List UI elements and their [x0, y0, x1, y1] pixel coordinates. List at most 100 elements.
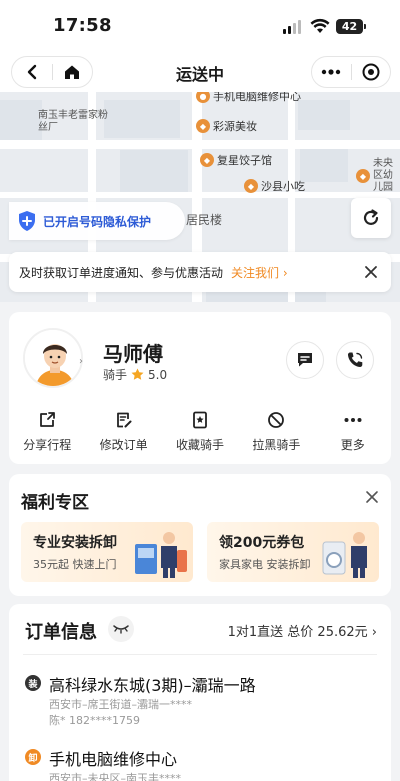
divider	[23, 654, 377, 655]
toggle-visibility-button[interactable]	[108, 616, 134, 642]
battery-indicator: 42	[336, 19, 366, 34]
home-button[interactable]	[52, 57, 92, 87]
poi-label: 彩源美妆	[213, 120, 257, 133]
close-miniapp-button[interactable]	[351, 57, 390, 87]
install-service-card[interactable]: 专业安装拆卸 35元起 快速上门	[21, 522, 193, 582]
order-summary-text: 1对1直送 总价 25.62元	[227, 625, 368, 640]
map-poi[interactable]: ◆ 彩源美妆	[196, 118, 257, 134]
map-poi[interactable]: ◆ 复星饺子馆	[200, 152, 272, 168]
back-button[interactable]	[12, 57, 52, 87]
notice-text: 及时获取订单进度通知、参与优惠活动	[19, 265, 224, 280]
message-icon	[298, 353, 312, 367]
map-poi[interactable]: 南玉丰老雷家粉丝厂	[38, 110, 110, 134]
order-title: 订单信息	[25, 622, 97, 643]
poi-label: 居民楼	[186, 213, 223, 227]
pickup-title: 高科绿水东城(3期)–灞瑞一路	[49, 676, 256, 695]
rider-name: 马师傅	[103, 342, 163, 366]
follow-notice-bar: 及时获取订单进度通知、参与优惠活动 关注我们 ›	[9, 252, 391, 292]
action-label: 分享行程	[23, 438, 72, 452]
appliance-illustration-icon	[322, 532, 367, 578]
follow-us-label: 关注我们	[231, 265, 280, 280]
action-label: 收藏骑手	[175, 438, 224, 452]
dropoff-address[interactable]: 卸 手机电脑维修中心 西安市–未央区–南玉丰****	[25, 746, 375, 781]
action-label: 修改订单	[99, 438, 148, 452]
rider-actions: 分享行程 修改订单 收藏骑手 拉黑骑手 更多	[9, 410, 391, 454]
dropoff-title: 手机电脑维修中心	[49, 750, 178, 769]
block-rider-button[interactable]: 拉黑骑手	[238, 410, 314, 454]
message-button[interactable]	[286, 341, 324, 379]
dropoff-address-line: 西安市–未央区–南玉丰****	[49, 772, 181, 781]
welfare-section: 福利专区 专业安装拆卸 35元起 快速上门 领200元券包 家具家电 安装拆卸	[9, 474, 391, 596]
edit-order-button[interactable]: 修改订单	[85, 410, 161, 454]
rider-card: › 马师傅 骑手 5.0 分享行程 修改订单 收藏骑手 拉黑骑手 更多	[9, 312, 391, 464]
dropoff-badge: 卸	[25, 749, 41, 765]
refresh-button[interactable]	[351, 198, 391, 238]
map-block	[104, 100, 180, 138]
privacy-text: 已开启号码隐私保护	[43, 214, 152, 229]
pickup-badge: 装	[25, 675, 41, 691]
installer-illustration-icon	[135, 532, 187, 578]
chevron-right-icon: ›	[371, 625, 377, 640]
coupon-pack-card[interactable]: 领200元券包 家具家电 安装拆卸	[207, 522, 379, 582]
rider-meta: 骑手 5.0	[103, 366, 167, 383]
star-icon	[131, 368, 144, 380]
bookmark-star-icon	[190, 410, 210, 430]
privacy-protection-pill[interactable]: 已开启号码隐私保护	[9, 202, 185, 240]
rider-avatar[interactable]	[23, 328, 83, 388]
nav-left-capsule	[11, 56, 93, 88]
more-actions-button[interactable]: 更多	[315, 410, 391, 454]
school-icon: ◆	[356, 169, 370, 183]
refresh-icon	[363, 209, 379, 225]
wifi-icon	[310, 18, 330, 33]
share-trip-button[interactable]: 分享行程	[9, 410, 85, 454]
more-menu-button[interactable]	[312, 57, 351, 87]
map-poi[interactable]: ◆ 未央区幼儿园	[356, 158, 400, 194]
chevron-left-icon	[27, 64, 36, 80]
map-block	[120, 150, 188, 194]
call-button[interactable]	[336, 341, 374, 379]
poi-label: 未央区幼儿园	[373, 158, 393, 193]
chevron-right-icon: ›	[282, 265, 288, 280]
map-poi[interactable]: ● 手机电脑维修中心	[196, 92, 301, 104]
order-info-section: 订单信息 1对1直送 总价 25.62元 › 装 高科绿水东城(3期)–灞瑞一路…	[9, 604, 391, 781]
food-icon: ◆	[244, 179, 258, 193]
map-block	[298, 100, 350, 130]
more-dots-icon	[343, 410, 363, 430]
pickup-contact: 陈* 182****1759	[49, 714, 140, 727]
card-subtitle: 35元起 快速上门	[33, 558, 117, 571]
action-label: 拉黑骑手	[252, 438, 301, 452]
close-icon[interactable]	[365, 490, 379, 504]
status-bar: 17:58 42	[0, 0, 400, 52]
shield-icon	[19, 211, 35, 231]
edit-document-icon	[114, 410, 134, 430]
favorite-rider-button[interactable]: 收藏骑手	[162, 410, 238, 454]
pickup-address[interactable]: 装 高科绿水东城(3期)–灞瑞一路 西安市–席王街道–灞瑞一**** 陈* 18…	[25, 672, 375, 732]
more-dots-icon	[322, 69, 341, 75]
card-subtitle: 家具家电 安装拆卸	[219, 558, 311, 571]
cellular-signal-icon	[283, 20, 303, 34]
map-poi[interactable]: ◆ 沙县小吃	[244, 178, 305, 194]
home-icon	[65, 65, 80, 79]
order-summary-link[interactable]: 1对1直送 总价 25.62元 ›	[228, 621, 377, 640]
welfare-title: 福利专区	[21, 493, 89, 513]
pin-icon: ●	[196, 92, 210, 103]
poi-label: 沙县小吃	[261, 180, 305, 193]
chevron-right-icon: ›	[79, 356, 83, 367]
map-poi[interactable]: 居民楼	[186, 214, 222, 226]
card-title: 专业安装拆卸	[33, 535, 117, 551]
nav-right-capsule	[311, 56, 391, 88]
block-icon	[266, 410, 286, 430]
rider-rating: 5.0	[148, 367, 168, 382]
poi-label: 复星饺子馆	[217, 154, 272, 167]
eye-closed-icon	[113, 625, 129, 634]
food-icon: ◆	[200, 153, 214, 167]
courier-avatar-icon	[25, 330, 81, 386]
status-time: 17:58	[53, 15, 112, 36]
follow-us-link[interactable]: 关注我们 ›	[231, 264, 288, 281]
close-icon[interactable]	[363, 264, 379, 280]
action-label: 更多	[340, 438, 365, 452]
nav-bar: 运送中	[0, 52, 400, 92]
target-icon	[362, 63, 380, 81]
share-icon	[37, 410, 57, 430]
poi-label: 手机电脑维修中心	[213, 92, 301, 103]
